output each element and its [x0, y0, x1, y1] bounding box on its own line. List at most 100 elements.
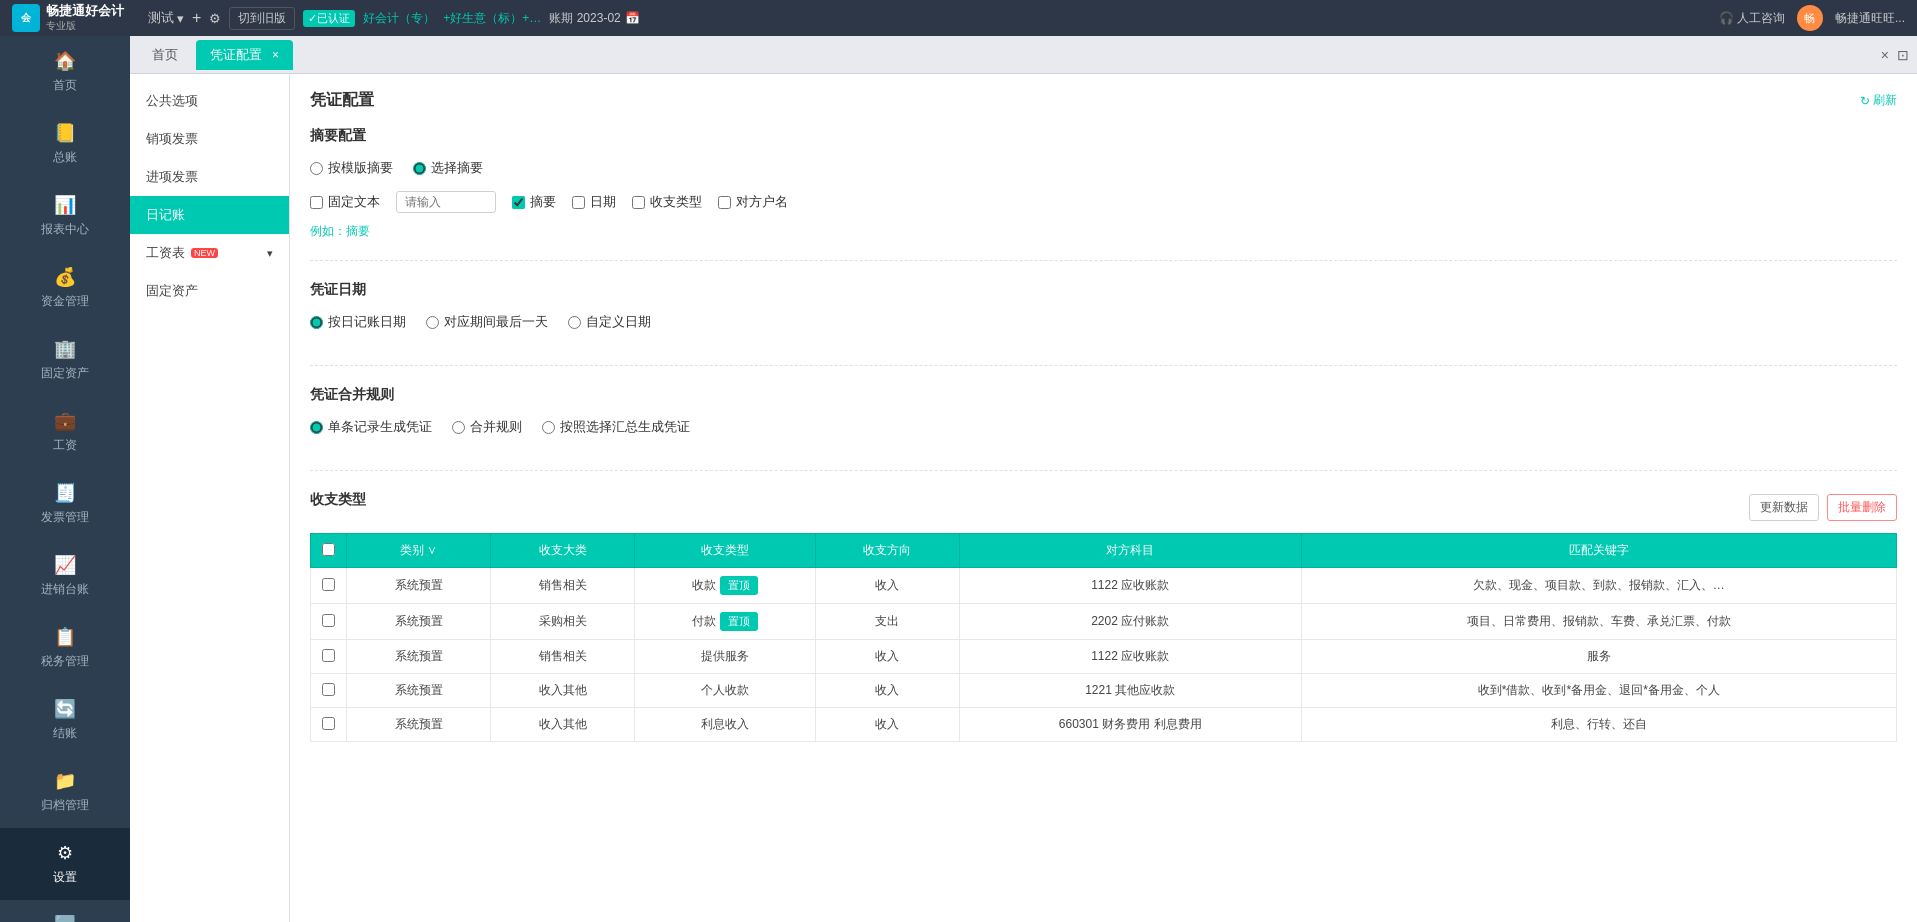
radio-total-input[interactable] [542, 421, 555, 434]
row-checkbox-cell[interactable] [311, 674, 347, 708]
radio-custom-date[interactable]: 自定义日期 [568, 313, 651, 331]
user-avatar[interactable]: 畅 [1797, 5, 1823, 31]
expand-icon: ▾ [267, 247, 273, 260]
add-icon[interactable]: + [192, 9, 201, 27]
checkbox-pay-type[interactable]: 收支类型 [632, 193, 702, 211]
row-checkbox[interactable] [322, 683, 335, 696]
tab-minimize-btn[interactable]: × [1881, 47, 1889, 63]
sidebar-item-assets[interactable]: 🏢 固定资产 [0, 324, 130, 396]
voucher-date-radio-group: 按日记账日期 对应期间最后一天 自定义日期 [310, 313, 1897, 331]
left-menu: 公共选项 销项发票 进项发票 日记账 工资表 NEW ▾ 固定资产 [130, 74, 290, 922]
left-menu-public[interactable]: 公共选项 [130, 82, 289, 120]
update-data-btn[interactable]: 更新数据 [1749, 494, 1819, 521]
row-checkbox[interactable] [322, 717, 335, 730]
row-checkbox-cell[interactable] [311, 568, 347, 604]
table-row: 系统预置 收入其他 个人收款 收入 1221 其他应收款 收到*借款、收到*备用… [311, 674, 1897, 708]
sidebar-item-reports[interactable]: 📊 报表中心 [0, 180, 130, 252]
sidebar-item-ledger[interactable]: 📒 总账 [0, 108, 130, 180]
row-checkbox[interactable] [322, 649, 335, 662]
sidebar-item-tax[interactable]: 📋 税务管理 [0, 612, 130, 684]
radio-merge[interactable]: 合并规则 [452, 418, 522, 436]
main-content: 凭证配置 ↻ 刷新 摘要配置 按模版摘要 [290, 74, 1917, 922]
row-account: 660301 财务费用 利息费用 [959, 708, 1301, 742]
row-category: 系统预置 [347, 708, 491, 742]
checkbox-summary-input[interactable] [512, 196, 525, 209]
tab-home[interactable]: 首页 [138, 40, 192, 70]
row-checkbox-cell[interactable] [311, 708, 347, 742]
radio-single[interactable]: 单条记录生成凭证 [310, 418, 432, 436]
fixed-text-input[interactable] [396, 191, 496, 213]
left-menu-journal[interactable]: 日记账 [130, 196, 289, 234]
top-nav-center: 测试 ▾ + ⚙ 切到旧版 ✓已认证 好会计（专） +好生意（标）+… 账期 2… [148, 7, 1711, 30]
sidebar-item-invoice[interactable]: 🧾 发票管理 [0, 468, 130, 540]
minor-type-tag-btn[interactable]: 置顶 [720, 576, 758, 595]
checkbox-counterpart[interactable]: 对方户名 [718, 193, 788, 211]
sidebar-item-home[interactable]: 🏠 首页 [0, 36, 130, 108]
sales-icon: 📈 [54, 554, 76, 576]
sidebar-item-settings[interactable]: ⚙ 设置 [0, 828, 130, 900]
income-expense-table: 类别 ∨ 收支大类 收支类型 收支方向 对方科目 匹配关键字 [310, 533, 1897, 742]
radio-merge-input[interactable] [452, 421, 465, 434]
minor-type-tag-btn[interactable]: 置顶 [720, 612, 758, 631]
row-keywords: 欠款、现金、项目款、到款、报销款、汇入、… [1301, 568, 1896, 604]
radio-period-last-input[interactable] [426, 316, 439, 329]
radio-journal-date-input[interactable] [310, 316, 323, 329]
radio-journal-date[interactable]: 按日记账日期 [310, 313, 406, 331]
tab-voucher-config[interactable]: 凭证配置 × [196, 40, 293, 70]
row-keywords: 收到*借款、收到*备用金、退回*备用金、个人 [1301, 674, 1896, 708]
salary-icon: 💼 [54, 410, 76, 432]
tab-maximize-btn[interactable]: ⊡ [1897, 47, 1909, 63]
row-checkbox[interactable] [322, 614, 335, 627]
table-actions: 更新数据 批量删除 [1749, 494, 1897, 521]
sidebar-item-salary[interactable]: 💼 工资 [0, 396, 130, 468]
checkbox-fixed-text-input[interactable] [310, 196, 323, 209]
radio-select[interactable]: 选择摘要 [413, 159, 483, 177]
sidebar-item-finance[interactable]: 💰 资金管理 [0, 252, 130, 324]
sidebar-item-settle[interactable]: 🔄 结账 [0, 684, 130, 756]
checkbox-pay-type-input[interactable] [632, 196, 645, 209]
refresh-button[interactable]: ↻ 刷新 [1860, 92, 1897, 109]
sidebar-item-guide[interactable]: 🆕 新手引导 [0, 900, 130, 922]
batch-delete-btn[interactable]: 批量删除 [1827, 494, 1897, 521]
row-checkbox[interactable] [322, 578, 335, 591]
radio-template[interactable]: 按模版摘要 [310, 159, 393, 177]
radio-total[interactable]: 按照选择汇总生成凭证 [542, 418, 690, 436]
checkbox-fixed-text[interactable]: 固定文本 [310, 193, 380, 211]
radio-template-input[interactable] [310, 162, 323, 175]
th-checkbox[interactable] [311, 534, 347, 568]
row-minor-type: 付款 置顶 [635, 604, 815, 640]
sidebar-item-sales[interactable]: 📈 进销台账 [0, 540, 130, 612]
invoice-icon: 🧾 [54, 482, 76, 504]
checkbox-date-input[interactable] [572, 196, 585, 209]
calendar-icon: 📅 [625, 11, 640, 25]
table-header-row-elem: 类别 ∨ 收支大类 收支类型 收支方向 对方科目 匹配关键字 [311, 534, 1897, 568]
radio-custom-date-input[interactable] [568, 316, 581, 329]
settle-icon: 🔄 [54, 698, 76, 720]
left-menu-purchase-invoice[interactable]: 进项发票 [130, 158, 289, 196]
table-row: 系统预置 销售相关 提供服务 收入 1122 应收账款 服务 [311, 640, 1897, 674]
checkbox-summary[interactable]: 摘要 [512, 193, 556, 211]
tax-icon: 📋 [54, 626, 76, 648]
left-menu-sales-invoice[interactable]: 销项发票 [130, 120, 289, 158]
sidebar-item-archive[interactable]: 📁 归档管理 [0, 756, 130, 828]
left-menu-salary-table[interactable]: 工资表 NEW ▾ [130, 234, 289, 272]
th-keywords: 匹配关键字 [1301, 534, 1896, 568]
row-checkbox-cell[interactable] [311, 604, 347, 640]
row-minor-type: 个人收款 [635, 674, 815, 708]
tab-close-icon[interactable]: × [272, 48, 279, 62]
row-category: 系统预置 [347, 640, 491, 674]
select-all-checkbox[interactable] [322, 543, 335, 556]
radio-period-last[interactable]: 对应期间最后一天 [426, 313, 548, 331]
switch-old-btn[interactable]: 切到旧版 [229, 7, 295, 30]
checkbox-counterpart-input[interactable] [718, 196, 731, 209]
row-checkbox-cell[interactable] [311, 640, 347, 674]
period-label[interactable]: 账期 2023-02 📅 [549, 10, 639, 27]
company-selector[interactable]: 测试 ▾ [148, 9, 184, 27]
settings-icon[interactable]: ⚙ [209, 11, 221, 26]
settings-sidebar-icon: ⚙ [57, 842, 73, 864]
left-menu-fixed-assets[interactable]: 固定资产 [130, 272, 289, 310]
radio-select-input[interactable] [413, 162, 426, 175]
human-service-btn[interactable]: 🎧 人工咨询 [1719, 10, 1785, 27]
radio-single-input[interactable] [310, 421, 323, 434]
checkbox-date[interactable]: 日期 [572, 193, 616, 211]
